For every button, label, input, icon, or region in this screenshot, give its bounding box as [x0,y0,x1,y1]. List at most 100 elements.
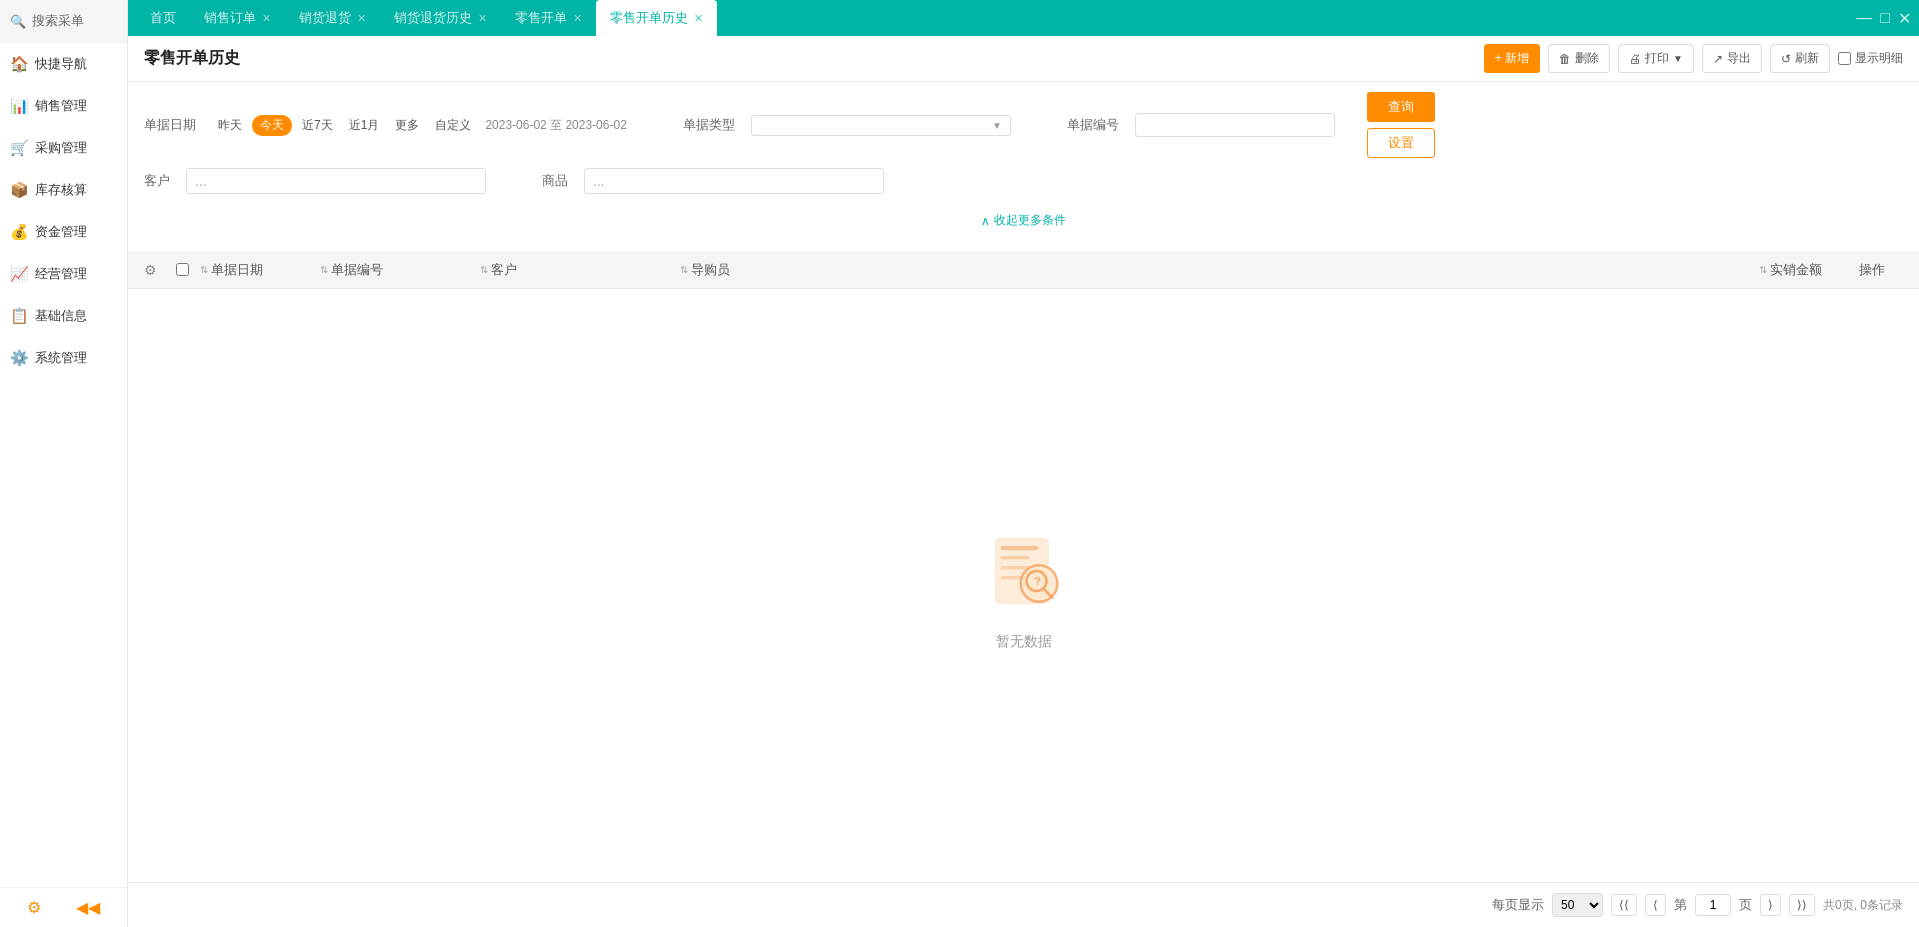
refresh-button-label: 刷新 [1795,50,1819,67]
col-customer[interactable]: ⇅ 客户 [472,261,672,279]
main-area: 首页 销售订单 ✕ 销货退货 ✕ 销货退货历史 ✕ 零售开单 ✕ 零售开单历史 … [128,0,1919,927]
sidebar-item-system-mgmt[interactable]: ⚙️ 系统管理 [0,337,127,379]
collapse-button[interactable]: ∧ 收起更多条件 [981,208,1066,233]
page-input[interactable] [1695,894,1731,916]
tab-sales-order[interactable]: 销售订单 ✕ [190,0,285,36]
refresh-button[interactable]: ↺ 刷新 [1770,44,1830,73]
col-guide[interactable]: ⇅ 导购员 [672,261,792,279]
sidebar-item-operations[interactable]: 📈 经营管理 [0,253,127,295]
tab-sales-return-label: 销货退货 [299,9,351,27]
tab-sales-order-close[interactable]: ✕ [262,12,271,25]
col-amount[interactable]: ⇅ 实销金额 [1751,261,1851,279]
box-icon: 📦 [10,181,29,199]
tab-sales-return-close[interactable]: ✕ [357,12,366,25]
window-close-icon[interactable]: ✕ [1898,9,1911,28]
col-number-label: 单据编号 [331,261,383,279]
refresh-icon: ↺ [1781,52,1791,66]
sidebar-item-basic-info[interactable]: 📋 基础信息 [0,295,127,337]
home-icon: 🏠 [10,55,29,73]
type-select[interactable]: ▼ [751,115,1011,136]
page-first-button[interactable]: ⟨⟨ [1611,894,1637,916]
col-op-label: 操作 [1859,261,1885,279]
new-button-label: + 新增 [1495,50,1529,67]
tab-sales-return[interactable]: 销货退货 ✕ [285,0,380,36]
date-shortcuts: 昨天 今天 近7天 近1月 更多 自定义 2023-06-02 至 2023-0… [212,115,627,136]
window-minimize-icon[interactable]: — [1856,9,1872,28]
window-maximize-icon[interactable]: □ [1880,9,1890,28]
sort-icon-amount: ⇅ [1759,264,1767,275]
page-last-button[interactable]: ⟩⟩ [1789,894,1815,916]
content-area: ⚙ ⇅ 单据日期 ⇅ 单据编号 ⇅ 客户 ⇅ 导购员 ⇅ [128,251,1919,927]
export-icon: ↗ [1713,52,1723,66]
collapse-sidebar-icon[interactable]: ◀◀ [76,898,100,917]
col-amount-label: 实销金额 [1770,261,1822,279]
sidebar-item-finance[interactable]: 💰 资金管理 [0,211,127,253]
date-btn-1month[interactable]: 近1月 [343,115,386,136]
sidebar-item-label: 库存核算 [35,181,87,199]
date-btn-yesterday[interactable]: 昨天 [212,115,248,136]
query-button[interactable]: 查询 [1367,92,1435,122]
toolbar-actions: + 新增 🗑 删除 🖨 打印 ▼ ↗ 导出 ↺ 刷新 显示明细 [1484,44,1903,73]
export-button-label: 导出 [1727,50,1751,67]
number-input[interactable] [1135,113,1335,137]
page-size-select[interactable]: 50 20 100 [1552,893,1603,917]
svg-text:?: ? [1034,574,1041,587]
print-button[interactable]: 🖨 打印 ▼ [1618,44,1694,73]
date-btn-today[interactable]: 今天 [252,115,292,136]
gear-icon: ⚙️ [10,349,29,367]
select-all-checkbox[interactable] [176,263,189,276]
export-button[interactable]: ↗ 导出 [1702,44,1762,73]
page-next-button[interactable]: ⟩ [1760,894,1781,916]
sidebar-item-label: 资金管理 [35,223,87,241]
print-dropdown-icon: ▼ [1673,53,1683,64]
sidebar-search[interactable]: 🔍 搜索采单 [0,0,127,43]
table-settings-icon[interactable]: ⚙ [136,262,168,278]
chart-icon: 📊 [10,97,29,115]
settings-query-button[interactable]: 设置 [1367,128,1435,158]
col-number[interactable]: ⇅ 单据编号 [312,261,472,279]
tab-retail-history-close[interactable]: ✕ [694,12,703,25]
filter-row-2: 客户 ... 商品 ... [144,168,1903,194]
money-icon: 💰 [10,223,29,241]
date-range-text: 2023-06-02 至 2023-06-02 [485,117,626,134]
page-size-label: 每页显示 [1492,896,1544,914]
sidebar-item-inventory[interactable]: 📦 库存核算 [0,169,127,211]
settings-bottom-icon[interactable]: ⚙ [27,898,41,917]
tab-sales-order-label: 销售订单 [204,9,256,27]
date-btn-more[interactable]: 更多 [389,115,425,136]
tab-sales-return-history-close[interactable]: ✕ [478,12,487,25]
table-select-all[interactable] [168,263,192,276]
page-unit: 页 [1739,896,1752,914]
table-header: ⚙ ⇅ 单据日期 ⇅ 单据编号 ⇅ 客户 ⇅ 导购员 ⇅ [128,251,1919,289]
tab-sales-return-history[interactable]: 销货退货历史 ✕ [380,0,501,36]
date-btn-custom[interactable]: 自定义 [429,115,477,136]
empty-state: ? 暂无数据 [128,289,1919,882]
sidebar-item-sales-mgmt[interactable]: 📊 销售管理 [0,85,127,127]
toolbar: 零售开单历史 + 新增 🗑 删除 🖨 打印 ▼ ↗ 导出 ↺ 刷新 [128,36,1919,82]
tab-retail-open-close[interactable]: ✕ [573,12,582,25]
sidebar-item-label: 基础信息 [35,307,87,325]
sort-icon-guide: ⇅ [680,264,688,275]
tab-retail-open[interactable]: 零售开单 ✕ [501,0,596,36]
sidebar-item-quick-nav[interactable]: 🏠 快捷导航 [0,43,127,85]
tab-retail-history[interactable]: 零售开单历史 ✕ [596,0,717,36]
svg-rect-1 [1000,546,1037,550]
display-detail-checkbox[interactable] [1838,52,1851,65]
display-detail-toggle[interactable]: 显示明细 [1838,50,1903,67]
list-icon: 📋 [10,307,29,325]
tabs-bar-right: — □ ✕ [1856,9,1911,28]
date-filter-label: 单据日期 [144,116,196,134]
customer-select[interactable]: ... [186,168,486,194]
goods-select[interactable]: ... [584,168,884,194]
tab-home[interactable]: 首页 [136,0,190,36]
sidebar-item-purchase-mgmt[interactable]: 🛒 采购管理 [0,127,127,169]
empty-illustration: ? [974,521,1074,621]
col-date[interactable]: ⇅ 单据日期 [192,261,312,279]
page-total: 共0页, 0条记录 [1823,897,1903,914]
delete-button[interactable]: 🗑 删除 [1548,44,1610,73]
sidebar-bottom: ⚙ ◀◀ [0,887,127,927]
sidebar-item-label: 经营管理 [35,265,87,283]
new-button[interactable]: + 新增 [1484,44,1540,73]
page-prev-button[interactable]: ⟨ [1645,894,1666,916]
date-btn-7days[interactable]: 近7天 [296,115,339,136]
